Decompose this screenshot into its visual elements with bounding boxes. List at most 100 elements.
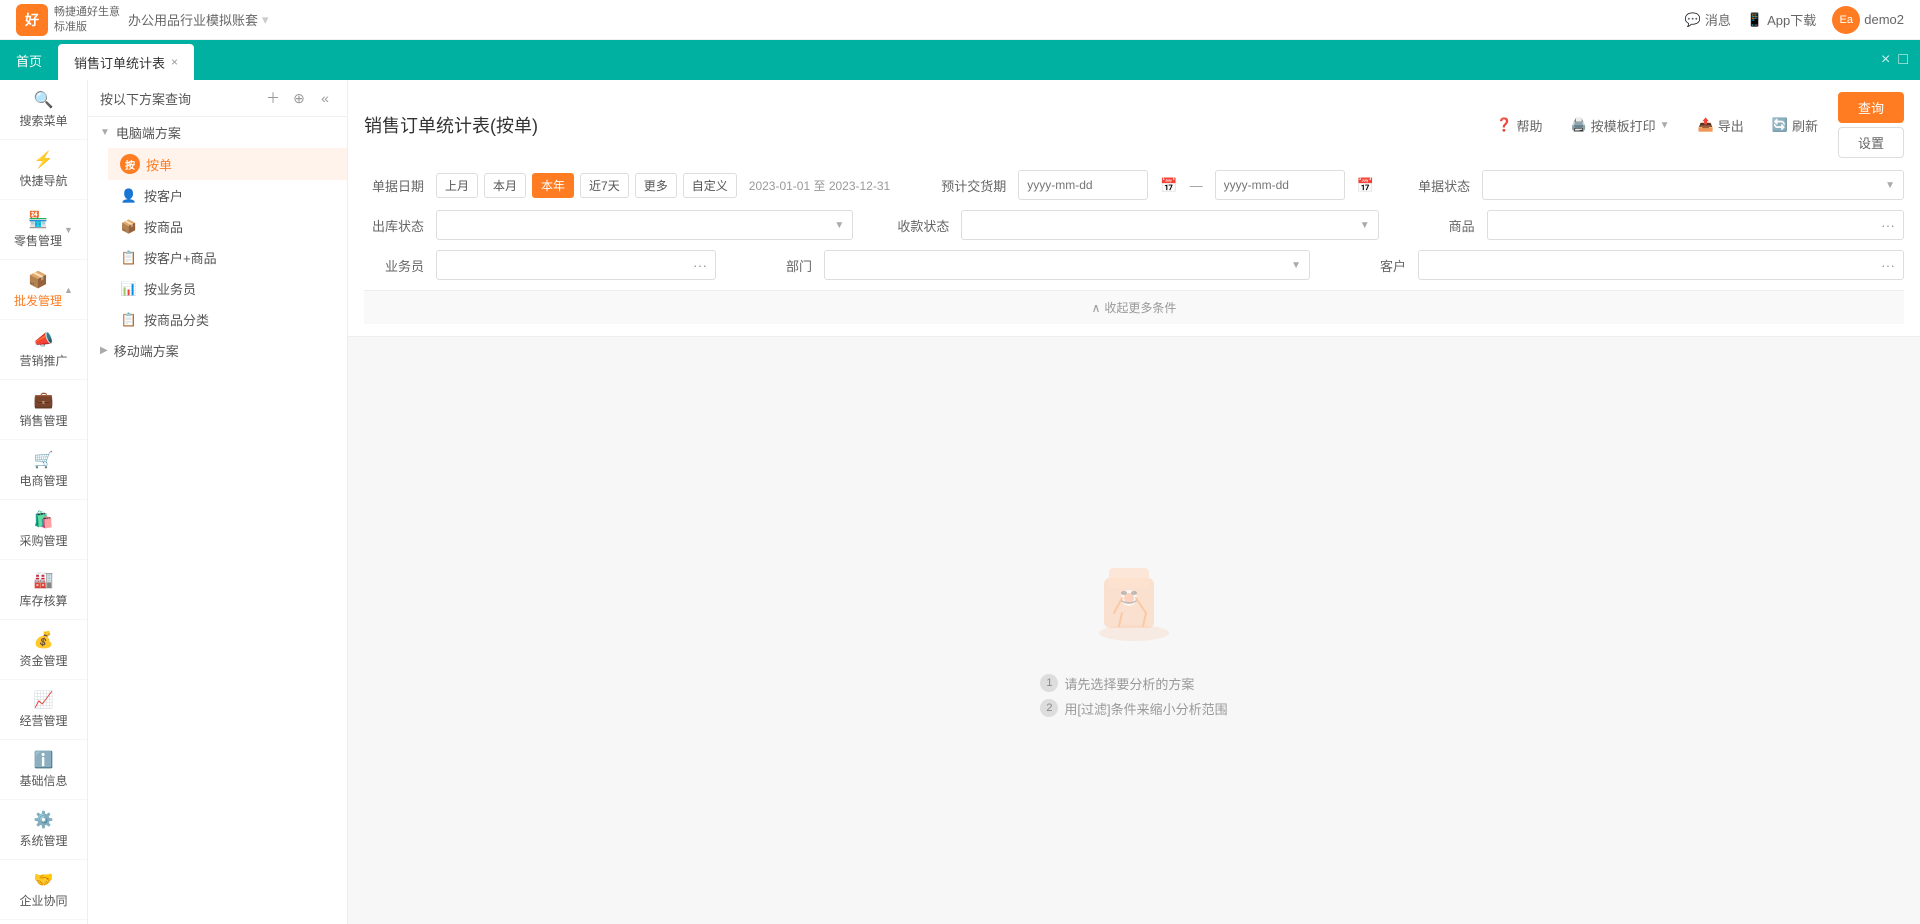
salesman-scheme-icon: 📊 [120,280,138,298]
sidebar-item-inventory[interactable]: 🏭 库存核算 [0,560,87,620]
date-btn-thismonth[interactable]: 本月 [484,173,526,198]
salesman-input[interactable] [445,251,693,279]
delivery-select[interactable]: ▼ [436,210,853,240]
query-button[interactable]: 查询 [1838,92,1904,123]
tree-section-mobile[interactable]: ▶ 移动端方案 [88,335,347,366]
filter-row-3: 业务员 ··· 部门 ▼ 客户 ··· [364,250,1904,280]
scheme-by-customer[interactable]: 👤 按客户 [108,180,347,211]
sidebar-item-shortcuts[interactable]: ⚡ 快捷导航 [0,140,87,200]
date-dash: — [1190,178,1203,193]
goods-category-scheme-icon: 📋 [120,311,138,329]
left-panel: 按以下方案查询 ＋ ⊕ « ▼ 电脑端方案 按 按单 👤 [88,80,348,924]
filter-row-1: 单据日期 上月 本月 本年 近7天 更多 自定义 2023-01-01 至 20… [364,170,1904,200]
print-icon: 🖨️ [1570,117,1586,133]
customer-input-area[interactable]: ··· [1418,250,1904,280]
date-btn-thisyear[interactable]: 本年 [532,173,574,198]
sidebar-item-basic[interactable]: ℹ️ 基础信息 [0,740,87,800]
window-close-icon[interactable]: × [1881,51,1890,69]
tab-home[interactable]: 首页 [0,40,58,80]
collapse-button[interactable]: ∧ 收起更多条件 [364,290,1904,324]
collapse-up-icon: ∧ [1092,301,1101,315]
sidebar-item-retail[interactable]: 🏪 零售管理 ▼ [0,200,87,260]
print-button[interactable]: 🖨️ 按模板打印 ▼ [1562,112,1677,139]
app-download-action[interactable]: 📱 App下载 [1747,10,1816,29]
message-action[interactable]: 💬 消息 [1685,10,1731,29]
date-label: 单据日期 [364,176,424,195]
sidebar-item-purchase[interactable]: 🛍️ 采购管理 [0,500,87,560]
goods-label: 商品 [1415,216,1475,235]
edit-scheme-icon[interactable]: ⊕ [289,88,309,108]
date-btn-custom[interactable]: 自定义 [683,173,737,198]
date-btn-more[interactable]: 更多 [635,173,677,198]
window-max-icon[interactable]: □ [1898,51,1908,69]
sidebar-item-wholesale[interactable]: 📦 批发管理 ▲ [0,260,87,320]
top-bar: 好 畅捷通好生意 标准版 办公用品行业模拟账套 ▾ 💬 消息 📱 App下载 E… [0,0,1920,40]
left-panel-header: 按以下方案查询 ＋ ⊕ « [88,80,347,117]
customer-input[interactable] [1427,251,1881,279]
empty-tips: 1 请先选择要分析的方案 2 用[过滤]条件来缩小分析范围 [1040,674,1227,724]
payment-select[interactable]: ▼ [961,210,1378,240]
tab-bar: 首页 销售订单统计表 × × □ [0,40,1920,80]
status-select[interactable]: ▼ [1482,170,1904,200]
salesman-label: 业务员 [364,256,424,275]
scheme-by-customer-goods[interactable]: 📋 按客户+商品 [108,242,347,273]
logo-icon: 好 [16,4,48,36]
help-button[interactable]: ❓ 帮助 [1488,112,1550,139]
logo-text: 畅捷通好生意 标准版 [54,5,120,34]
date-btn-7days[interactable]: 近7天 [580,173,629,198]
sidebar-item-search[interactable]: 🔍 搜索菜单 [0,80,87,140]
empty-illustration [1074,538,1194,658]
sidebar-item-collaboration[interactable]: 🤝 企业协同 [0,860,87,920]
sidebar-item-marketing[interactable]: 📣 营销推广 [0,320,87,380]
left-panel-icons: ＋ ⊕ « [263,88,335,108]
sidebar-item-finance[interactable]: 💰 资金管理 [0,620,87,680]
calendar-end-icon[interactable]: 📅 [1357,177,1374,194]
expected-date-start[interactable] [1018,170,1148,200]
payment-dropdown-icon: ▼ [1360,220,1370,231]
breadcrumb[interactable]: 办公用品行业模拟账套 ▾ [128,10,269,29]
scheme-by-goods[interactable]: 📦 按商品 [108,211,347,242]
sidebar-item-operation[interactable]: 📈 经营管理 [0,680,87,740]
payment-label: 收款状态 [889,216,949,235]
salesman-more-icon[interactable]: ··· [693,257,707,273]
date-buttons: 上月 本月 本年 近7天 更多 自定义 [436,173,737,198]
customer-label: 客户 [1346,256,1406,275]
sidebar-item-guide[interactable]: 🎯 新手引导 [0,920,87,924]
goods-input-area[interactable]: ··· [1487,210,1904,240]
tab-sales-order[interactable]: 销售订单统计表 × [58,44,194,80]
collapse-panel-icon[interactable]: « [315,88,335,108]
export-button[interactable]: 📤 导出 [1690,112,1752,139]
scheme-by-goods-category[interactable]: 📋 按商品分类 [108,304,347,335]
top-bar-left: 好 畅捷通好生意 标准版 办公用品行业模拟账套 ▾ [16,4,269,36]
empty-state: 1 请先选择要分析的方案 2 用[过滤]条件来缩小分析范围 [348,337,1920,924]
tree-section-pc[interactable]: ▼ 电脑端方案 [88,117,347,148]
settings-button[interactable]: 设置 [1838,127,1904,158]
add-scheme-icon[interactable]: ＋ [263,88,283,108]
tip-num-1: 1 [1040,674,1058,692]
tab-close-icon[interactable]: × [171,55,178,69]
user-action[interactable]: Ea demo2 [1832,6,1904,34]
department-select[interactable]: ▼ [824,250,1310,280]
refresh-button[interactable]: 🔄 刷新 [1764,112,1826,139]
expected-date-end[interactable] [1215,170,1345,200]
sidebar-item-sales[interactable]: 💼 销售管理 [0,380,87,440]
scheme-by-order[interactable]: 按 按单 [108,148,347,180]
goods-input[interactable] [1496,211,1881,239]
sidebar-item-system[interactable]: ⚙️ 系统管理 [0,800,87,860]
delivery-label: 出库状态 [364,216,424,235]
date-btn-lastmonth[interactable]: 上月 [436,173,478,198]
customer-goods-scheme-icon: 📋 [120,249,138,267]
calendar-start-icon[interactable]: 📅 [1160,177,1177,194]
goods-more-icon[interactable]: ··· [1881,217,1895,233]
avatar: Ea [1832,6,1860,34]
content-area: 按以下方案查询 ＋ ⊕ « ▼ 电脑端方案 按 按单 👤 [88,80,1920,924]
page-header-actions: ❓ 帮助 🖨️ 按模板打印 ▼ 📤 导出 🔄 刷新 [1488,92,1904,158]
customer-more-icon[interactable]: ··· [1881,257,1895,273]
scheme-by-salesman[interactable]: 📊 按业务员 [108,273,347,304]
expected-date-label: 预计交货期 [926,176,1006,195]
print-dropdown-icon: ▼ [1660,120,1670,131]
salesman-input-area[interactable]: ··· [436,250,716,280]
sidebar-item-ecommerce[interactable]: 🛒 电商管理 [0,440,87,500]
tip-num-2: 2 [1040,699,1058,717]
sidebar: 🔍 搜索菜单 ⚡ 快捷导航 🏪 零售管理 ▼ 📦 批发管理 ▲ 📣 营销推广 [0,80,88,924]
